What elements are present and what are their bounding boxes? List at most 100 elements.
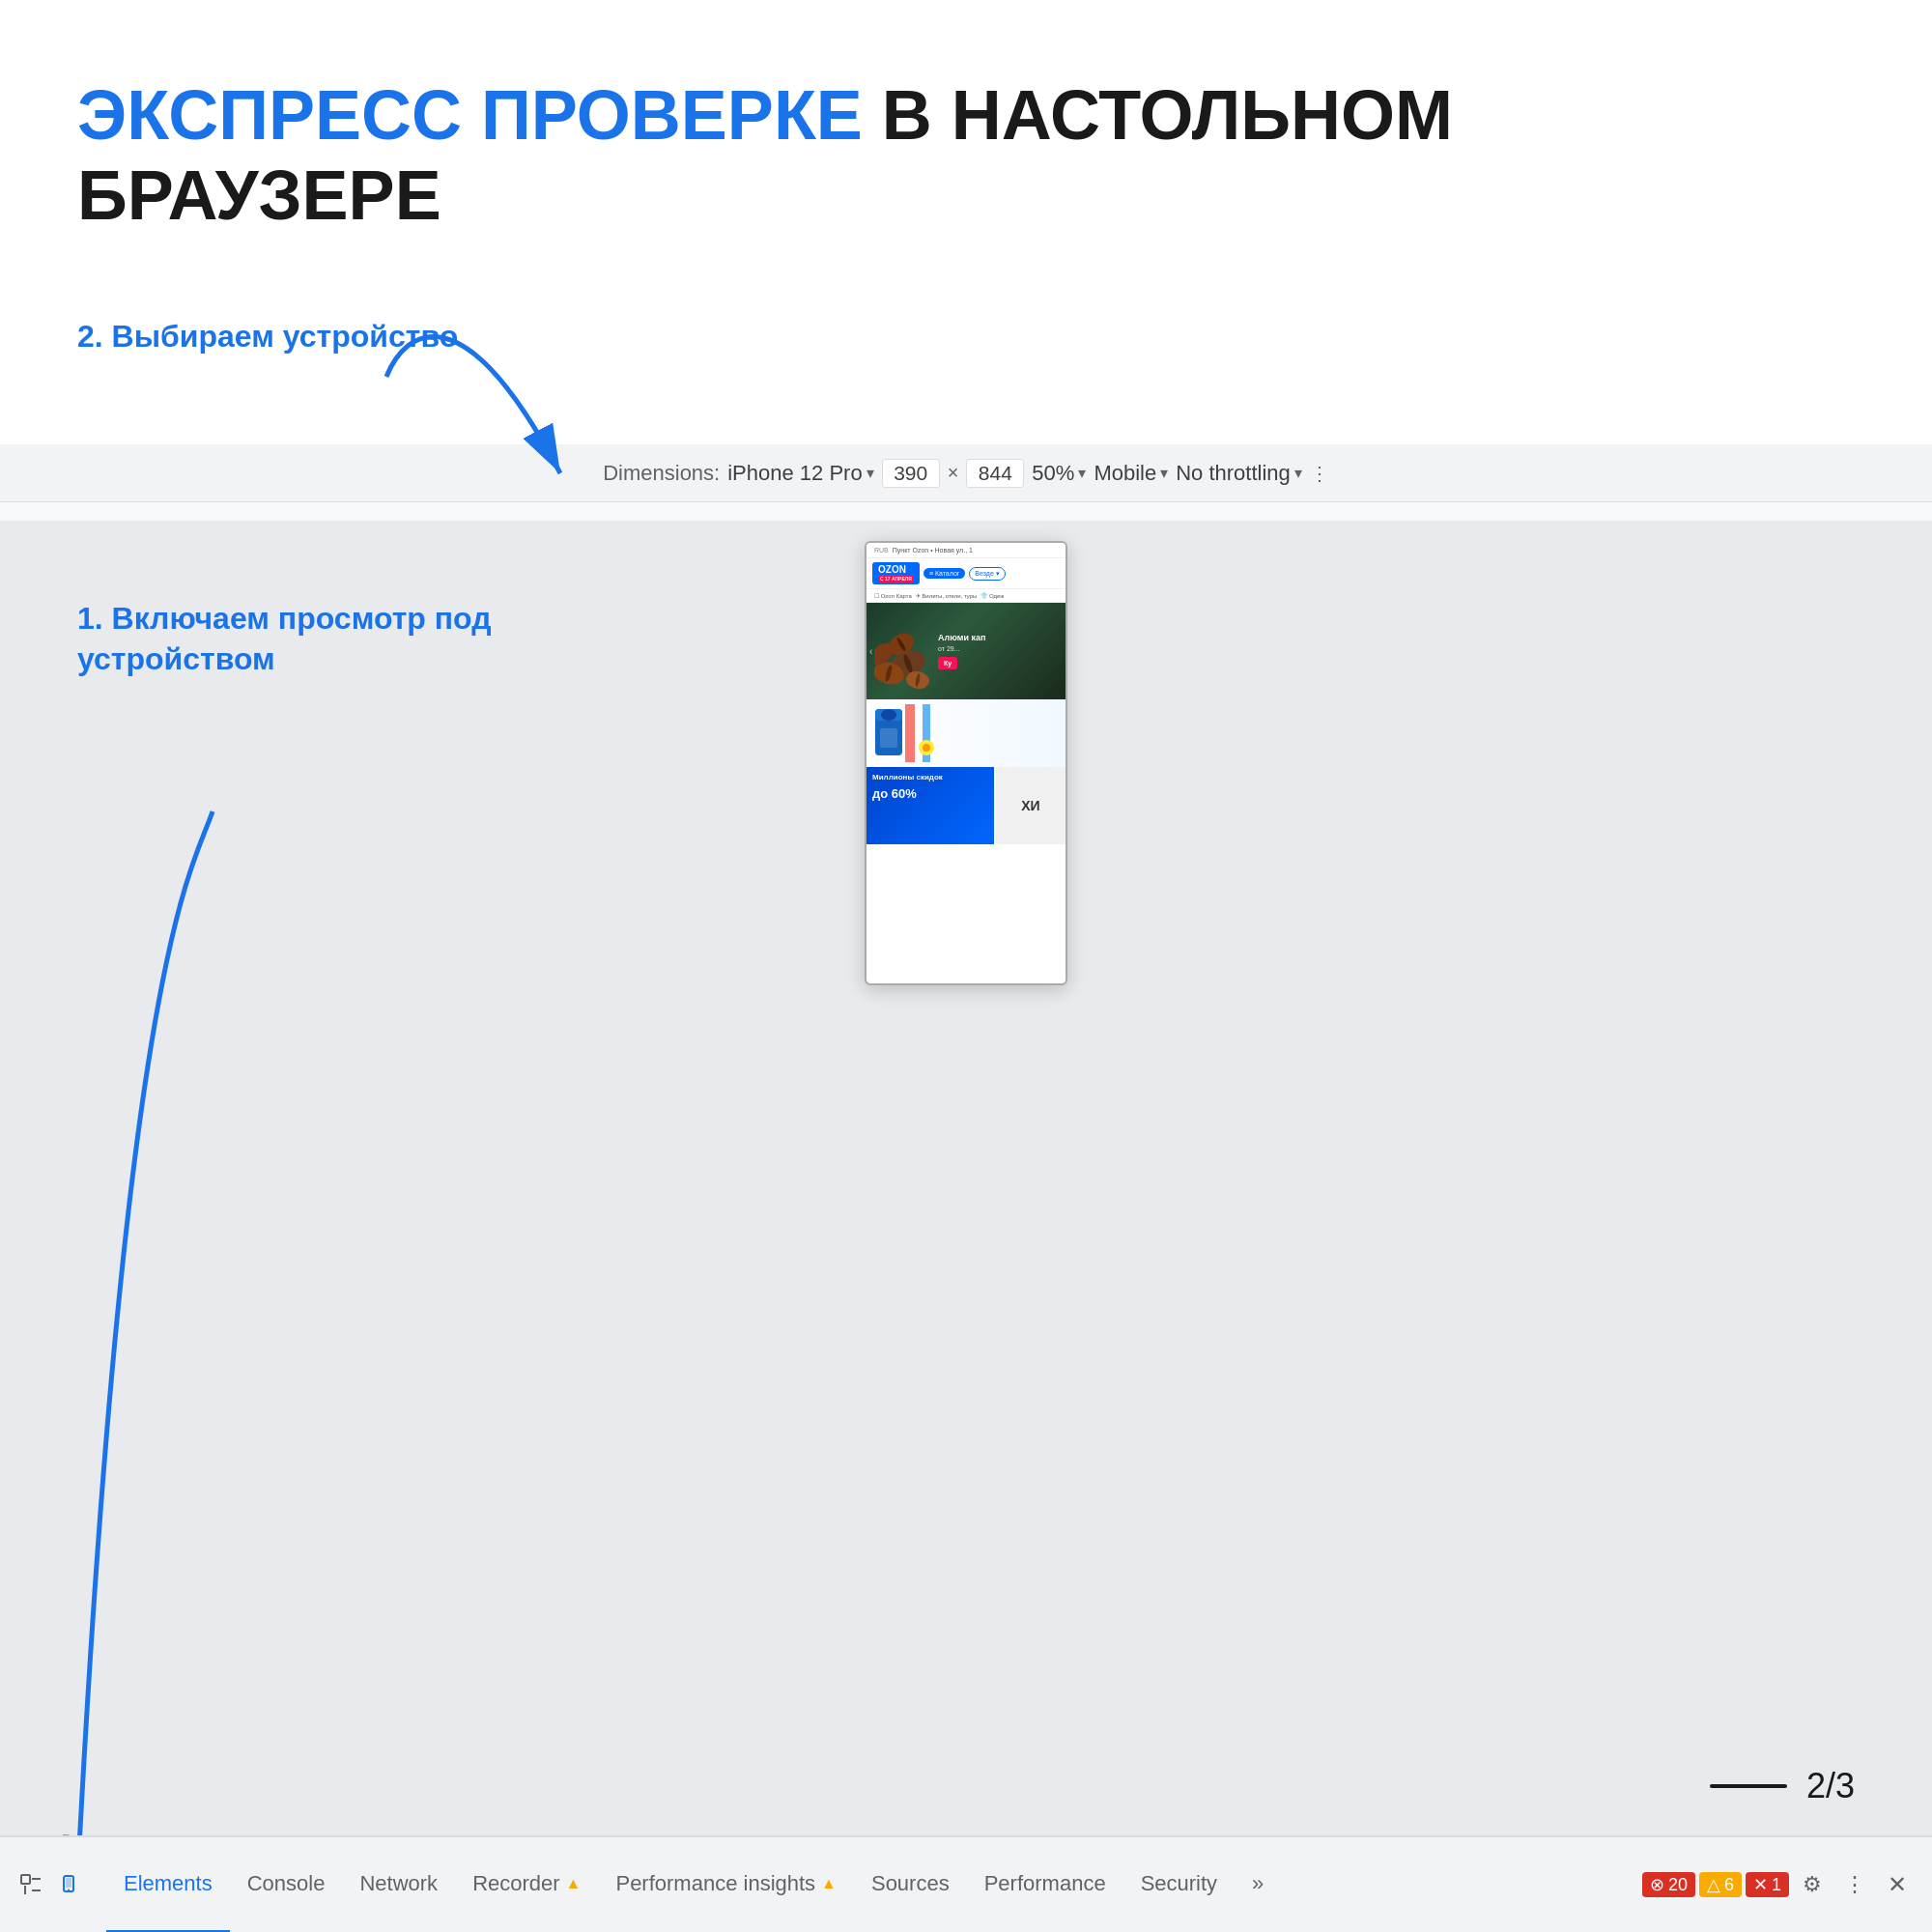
tab-network[interactable]: Network bbox=[342, 1836, 455, 1932]
devtools-close-button[interactable]: ✕ bbox=[1878, 1865, 1917, 1904]
ozon-banner2 bbox=[867, 699, 1065, 767]
svg-point-11 bbox=[881, 709, 896, 721]
tab-sources-label: Sources bbox=[871, 1871, 950, 1896]
ozon-nav-travel: ✈ Билеты, отели, туры bbox=[916, 592, 978, 599]
tab-network-label: Network bbox=[359, 1871, 438, 1896]
error-icon: ⊗ bbox=[1650, 1874, 1664, 1895]
error-count: 20 bbox=[1668, 1875, 1688, 1895]
mobile-device-frame: RUB Пункт Ozon • Новая ул., 1 OZON С 17 … bbox=[865, 541, 1067, 985]
width-input[interactable]: 390 bbox=[882, 459, 940, 488]
svg-rect-20 bbox=[21, 1875, 30, 1884]
mode-selector[interactable]: Mobile ▾ bbox=[1094, 461, 1168, 486]
ozon-enter-button[interactable]: Везде ▾ bbox=[969, 567, 1005, 581]
tab-more-label: » bbox=[1252, 1871, 1264, 1896]
settings-gear-icon[interactable]: ⚙ bbox=[1793, 1865, 1832, 1904]
mode-value: Mobile bbox=[1094, 461, 1156, 486]
banner1-price: от 29... bbox=[938, 645, 1058, 652]
title-blue: ЭКСПРЕСС ПРОВЕРКЕ bbox=[77, 76, 863, 154]
tab-sources[interactable]: Sources bbox=[854, 1836, 967, 1932]
banner3-title: Миллионы скидок bbox=[872, 773, 988, 782]
tab-more[interactable]: » bbox=[1235, 1836, 1281, 1932]
inspect-element-icon[interactable] bbox=[15, 1869, 46, 1900]
throttle-selector[interactable]: No throttling ▾ bbox=[1176, 461, 1302, 486]
ozon-nav-clothes: 👕 Одеж bbox=[980, 592, 1004, 599]
zoom-arrow-icon: ▾ bbox=[1078, 464, 1086, 482]
ozon-catalog-button[interactable]: ≡ Каталог bbox=[923, 568, 965, 579]
device-arrow-icon: ▾ bbox=[867, 464, 874, 482]
warn-icon: △ bbox=[1707, 1874, 1720, 1895]
gear-icon: ⚙ bbox=[1803, 1872, 1822, 1897]
info-count-badge[interactable]: ✕ 1 bbox=[1746, 1872, 1789, 1897]
mode-arrow-icon: ▾ bbox=[1160, 464, 1168, 482]
warn-count: 6 bbox=[1724, 1875, 1734, 1895]
banner1-text: Алюми кап от 29... Ку bbox=[932, 633, 1058, 669]
tab-elements[interactable]: Elements bbox=[106, 1836, 230, 1932]
page-line-decoration bbox=[1710, 1784, 1787, 1788]
devtools-left-icons bbox=[15, 1869, 87, 1900]
ozon-toolbar: OZON С 17 АПРЕЛЯ ≡ Каталог Везде ▾ bbox=[867, 558, 1065, 589]
devtools-more-button[interactable]: ⋮ bbox=[1835, 1865, 1874, 1904]
perf-insights-warn-icon: ▲ bbox=[821, 1875, 837, 1892]
title-area: ЭКСПРЕСС ПРОВЕРКЕ В НАСТОЛЬНОМ БРАУЗЕРЕ bbox=[77, 77, 1855, 234]
recorder-warn-icon: ▲ bbox=[566, 1875, 582, 1892]
ozon-header: RUB Пункт Ozon • Новая ул., 1 bbox=[867, 543, 1065, 558]
tab-console[interactable]: Console bbox=[230, 1836, 343, 1932]
ruler-strip bbox=[0, 502, 1932, 522]
error-count-badge[interactable]: ⊗ 20 bbox=[1642, 1872, 1695, 1897]
tab-performance[interactable]: Performance bbox=[967, 1836, 1123, 1932]
title-black: В НАСТОЛЬНОМ bbox=[863, 76, 1453, 154]
more-options-icon[interactable]: ⋮ bbox=[1310, 462, 1329, 485]
devtools-bottom-bar: Elements Console Network Recorder ▲ Perf… bbox=[0, 1835, 1932, 1932]
info-count: 1 bbox=[1772, 1875, 1781, 1895]
browser-viewport: RUB Пункт Ozon • Новая ул., 1 OZON С 17 … bbox=[0, 522, 1932, 1835]
banner1-button[interactable]: Ку bbox=[938, 657, 957, 669]
zoom-selector[interactable]: 50% ▾ bbox=[1032, 461, 1086, 486]
banner-prev-icon[interactable]: ‹ bbox=[869, 646, 872, 657]
page-number-area: 2/3 bbox=[1710, 1766, 1855, 1806]
close-icon: ✕ bbox=[1888, 1871, 1907, 1898]
ozon-lang: RUB bbox=[874, 547, 889, 554]
svg-rect-12 bbox=[880, 728, 897, 748]
tab-recorder[interactable]: Recorder ▲ bbox=[455, 1836, 598, 1932]
title-line2: БРАУЗЕРЕ bbox=[77, 157, 1855, 234]
svg-rect-13 bbox=[905, 704, 915, 762]
coffee-image bbox=[874, 611, 932, 693]
coffee-beans-illustration bbox=[874, 611, 932, 693]
more-icon: ⋮ bbox=[1844, 1872, 1865, 1897]
tab-performance-label: Performance bbox=[984, 1871, 1106, 1896]
device-toggle-icon[interactable] bbox=[56, 1869, 87, 1900]
tab-performance-insights-label: Performance insights bbox=[615, 1871, 815, 1896]
ozon-banner1: ‹ Алюми кап от 29... Ку bbox=[867, 603, 1065, 699]
ozon-banner3: Миллионы скидок до 60% bbox=[867, 767, 994, 844]
tab-recorder-label: Recorder bbox=[472, 1871, 559, 1896]
banner3-discount: до 60% bbox=[872, 786, 988, 801]
page-number-text: 2/3 bbox=[1806, 1766, 1855, 1806]
height-input[interactable]: 844 bbox=[966, 459, 1024, 488]
annotation-step1: 1. Включаем просмотр под устройством bbox=[77, 599, 492, 679]
devtools-tabs: Elements Console Network Recorder ▲ Perf… bbox=[106, 1836, 1642, 1932]
ozon-nav: ☐ Ozon Карта ✈ Билеты, отели, туры 👕 Оде… bbox=[867, 589, 1065, 603]
tab-elements-label: Elements bbox=[124, 1871, 213, 1896]
tab-security[interactable]: Security bbox=[1123, 1836, 1235, 1932]
dimensions-label: Dimensions: bbox=[603, 461, 720, 486]
ozon-badge: С 17 АПРЕЛЯ bbox=[878, 575, 914, 582]
cleaning-product-illustration bbox=[870, 704, 938, 762]
dimension-cross: × bbox=[948, 462, 959, 484]
ozon-banner4: ХИ bbox=[996, 767, 1065, 844]
annotation-step1-line1: 1. Включаем просмотр под bbox=[77, 601, 492, 636]
tab-security-label: Security bbox=[1141, 1871, 1217, 1896]
ozon-logo-text: OZON bbox=[878, 564, 906, 575]
banner1-title: Алюми кап bbox=[938, 633, 1058, 643]
svg-point-17 bbox=[923, 744, 930, 752]
device-selector[interactable]: iPhone 12 Pro ▾ bbox=[727, 461, 873, 486]
annotation-step2: 2. Выбираем устройство bbox=[77, 319, 458, 355]
tab-performance-insights[interactable]: Performance insights ▲ bbox=[598, 1836, 854, 1932]
warn-count-badge[interactable]: △ 6 bbox=[1699, 1872, 1742, 1897]
device-name: iPhone 12 Pro bbox=[727, 461, 862, 486]
ozon-location: Пункт Ozon • Новая ул., 1 bbox=[893, 547, 973, 554]
devtools-right-controls: ⊗ 20 △ 6 ✕ 1 ⚙ ⋮ ✕ bbox=[1642, 1865, 1917, 1904]
title-line1: ЭКСПРЕСС ПРОВЕРКЕ В НАСТОЛЬНОМ bbox=[77, 77, 1855, 154]
ozon-enter-label: Везде ▾ bbox=[975, 570, 999, 577]
ozon-logo: OZON С 17 АПРЕЛЯ bbox=[872, 562, 920, 584]
ozon-catalog-label: ≡ Каталог bbox=[929, 570, 959, 577]
